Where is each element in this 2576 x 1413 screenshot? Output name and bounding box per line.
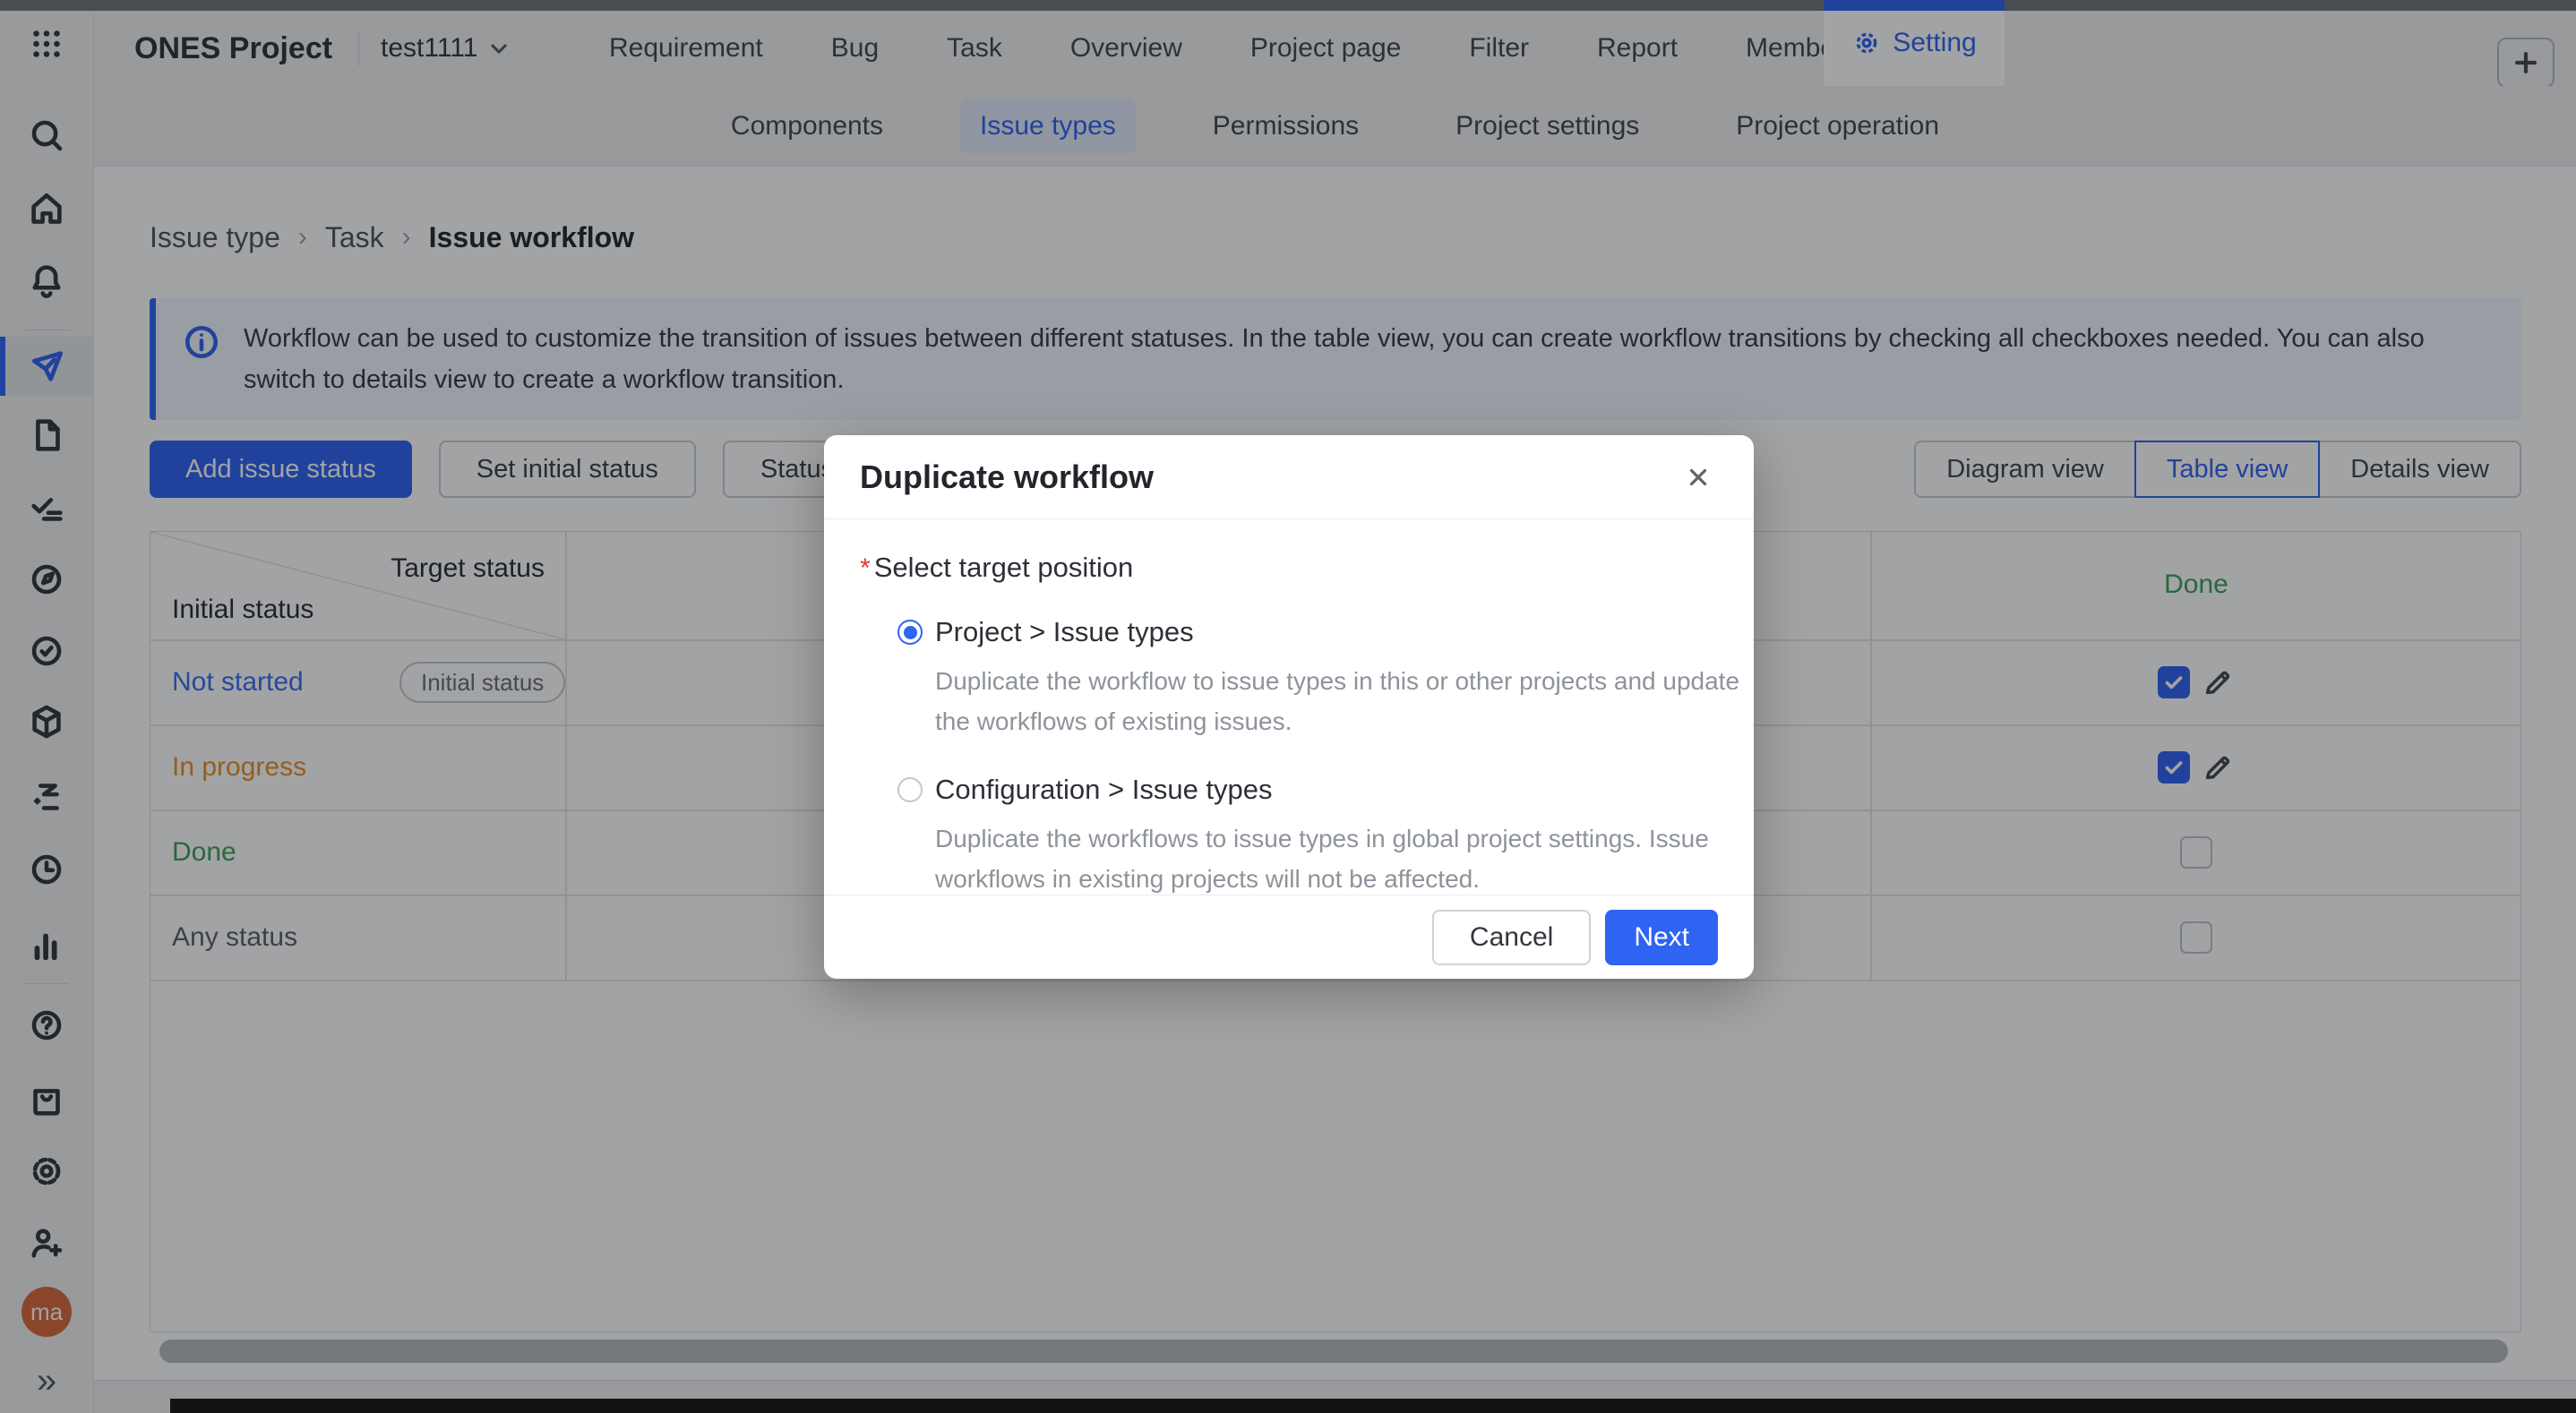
option-project-issue-types: Project > Issue types Duplicate the work… [860, 616, 1739, 741]
option-description: Duplicate the workflow to issue types in… [935, 667, 1740, 735]
cancel-button[interactable]: Cancel [1431, 909, 1592, 965]
required-mark: * [860, 553, 871, 583]
option-label[interactable]: Configuration > Issue types [935, 774, 1273, 806]
modal-title: Duplicate workflow [860, 458, 1155, 495]
app-window: ma » ONES Project test1111 Requirement B… [0, 0, 2576, 1413]
close-icon[interactable] [1679, 458, 1718, 497]
radio-button[interactable] [897, 777, 923, 802]
field-label: * Select target position [860, 552, 1134, 583]
radio-button[interactable] [897, 620, 923, 645]
option-description: Duplicate the workflows to issue types i… [935, 825, 1709, 893]
duplicate-workflow-modal: Duplicate workflow * Select target positi… [824, 435, 1754, 979]
modal-body: * Select target position Project > Issue … [824, 519, 1754, 899]
modal-footer: Cancel Next [824, 895, 1754, 979]
modal-header: Duplicate workflow [824, 435, 1754, 519]
option-configuration-issue-types: Configuration > Issue types Duplicate th… [860, 774, 1718, 899]
option-label[interactable]: Project > Issue types [935, 616, 1194, 648]
next-button[interactable]: Next [1605, 909, 1718, 965]
